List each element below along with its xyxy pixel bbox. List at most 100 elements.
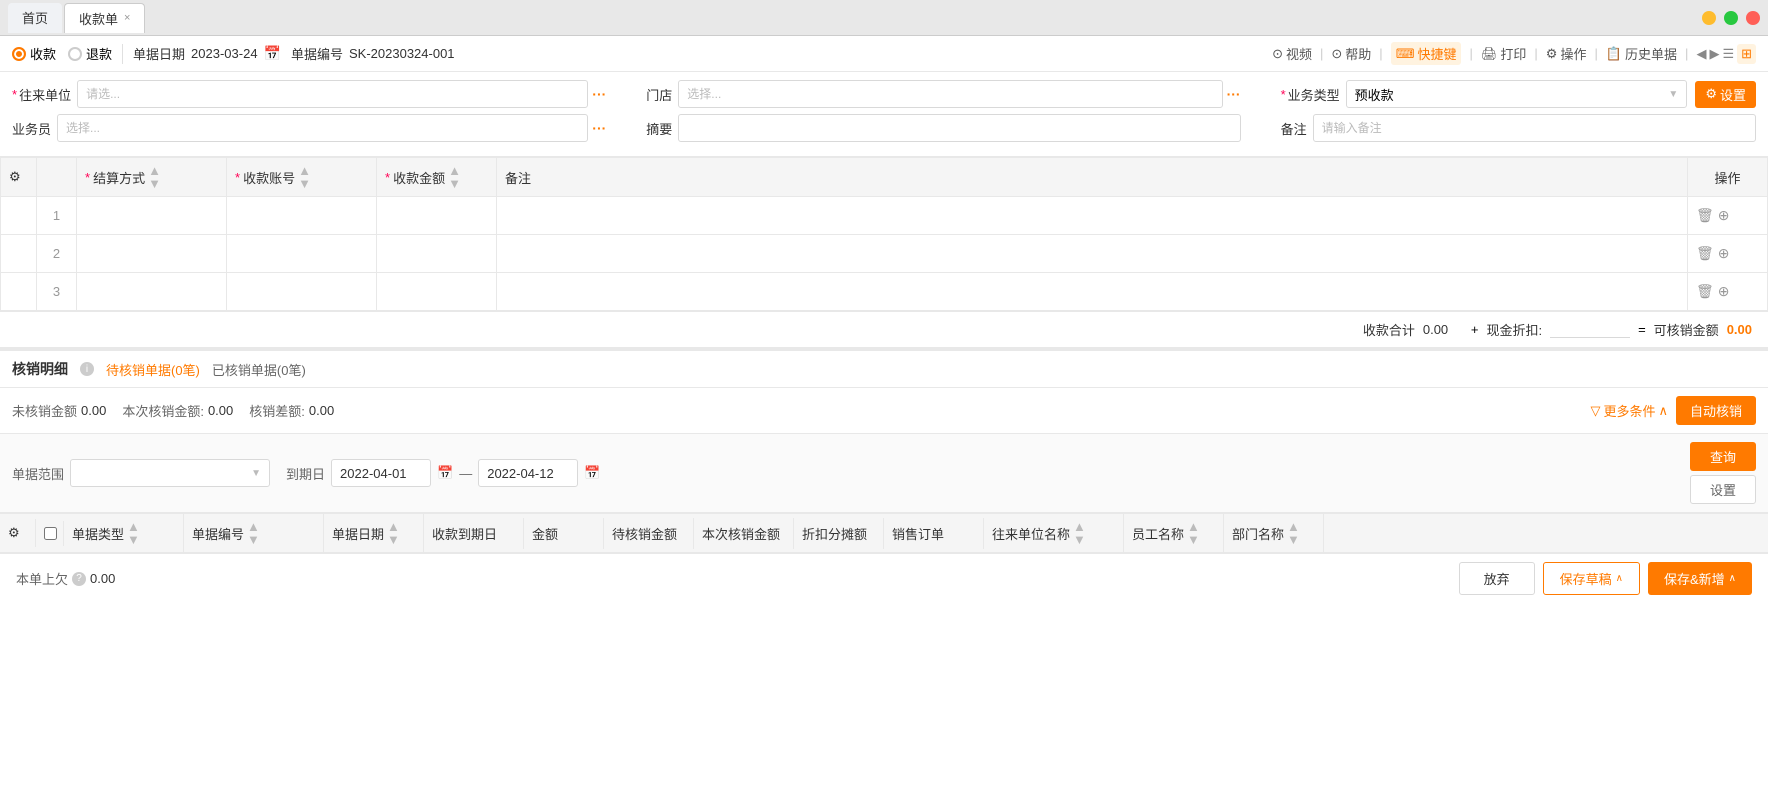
th-gear[interactable]: ⚙ [1, 158, 37, 197]
due-date-label: 到期日 [286, 464, 325, 483]
window-close-button[interactable] [1746, 11, 1760, 25]
divider-1 [122, 44, 123, 64]
filter-buttons: 查询 设置 [1690, 442, 1756, 504]
print-label: 打印 [1500, 44, 1526, 63]
tab-home[interactable]: 首页 [8, 3, 62, 33]
row-delete-icon-2[interactable]: 🗑 [1696, 245, 1714, 262]
shortcut-btn[interactable]: ⌨ 快捷键 [1391, 42, 1462, 65]
calendar-to-icon[interactable]: 📅 [584, 465, 600, 481]
radio-receipt-label: 收款 [30, 44, 56, 63]
abandon-button[interactable]: 放弃 [1459, 562, 1535, 595]
radio-receipt[interactable]: 收款 [12, 44, 56, 63]
counterpart-more-btn[interactable]: ··· [592, 86, 606, 102]
td-note-2[interactable] [497, 235, 1688, 273]
save-draft-button[interactable]: 保存草稿 ∧ [1543, 562, 1640, 595]
column-settings-icon[interactable]: ⚙ [9, 169, 21, 184]
query-button[interactable]: 查询 [1690, 442, 1756, 471]
range-arrow-icon: ▼ [251, 468, 261, 479]
save-new-button[interactable]: 保存&新增 ∧ [1648, 562, 1752, 595]
salesperson-more-btn[interactable]: ··· [592, 120, 606, 136]
row-delete-icon-3[interactable]: 🗑 [1696, 283, 1714, 300]
done-tab[interactable]: 已核销单据(0笔) [212, 360, 306, 379]
td-settlement-3[interactable] [77, 273, 227, 311]
td-settlement-1[interactable] [77, 197, 227, 235]
print-btn[interactable]: 🖨 打印 [1481, 44, 1527, 63]
account-sort-icon[interactable]: ▲▼ [298, 164, 311, 190]
row-copy-icon-3[interactable]: ⊕ [1718, 283, 1730, 300]
window-maximize-button[interactable] [1724, 11, 1738, 25]
td-amount-3[interactable] [377, 273, 497, 311]
table-row: 2 🗑 ⊕ [1, 235, 1768, 273]
range-select[interactable]: ▼ [70, 459, 270, 487]
video-btn[interactable]: ⊙ 视频 [1272, 44, 1312, 63]
diff-stat: 核销差额: 0.00 [249, 401, 334, 420]
operation-btn[interactable]: ⚙ 操作 [1546, 44, 1587, 63]
radio-receipt-circle [12, 47, 26, 61]
due-date-from-input[interactable] [331, 459, 431, 487]
store-input[interactable] [678, 80, 1222, 108]
td-amount-2[interactable] [377, 235, 497, 273]
doc-date-sort-icon[interactable]: ▲▼ [387, 520, 400, 546]
row-copy-icon-1[interactable]: ⊕ [1718, 207, 1730, 224]
tab-home-label: 首页 [22, 8, 48, 27]
settlement-sort-icon[interactable]: ▲▼ [148, 164, 161, 190]
calendar-from-icon[interactable]: 📅 [437, 465, 453, 481]
grid-view-icon[interactable]: ⊞ [1737, 44, 1756, 64]
current-value: 0.00 [208, 403, 233, 418]
pending-tab[interactable]: 待核销单据(0笔) [106, 360, 200, 379]
th-counterpart-label: 往来单位名称 [992, 524, 1070, 543]
history-btn[interactable]: 📋 历史单据 [1606, 44, 1677, 63]
td-settlement-2[interactable] [77, 235, 227, 273]
nav-prev-icon[interactable]: ◀ [1696, 46, 1706, 62]
store-more-btn[interactable]: ··· [1227, 86, 1241, 102]
form-settings-button[interactable]: ⚙ 设置 [1695, 81, 1756, 108]
net-value: 0.00 [1727, 322, 1752, 337]
counterpart-input[interactable] [77, 80, 588, 108]
auto-verify-button[interactable]: 自动核销 [1676, 396, 1756, 425]
doc-num-sort-icon[interactable]: ▲▼ [247, 520, 260, 546]
radio-refund[interactable]: 退款 [68, 44, 112, 63]
table-section: ⚙ * 结算方式 ▲▼ * 收款账号 ▲▼ [0, 157, 1768, 347]
help-btn[interactable]: ⊙ 帮助 [1331, 44, 1371, 63]
td-account-1[interactable] [227, 197, 377, 235]
lower-gear-icon[interactable]: ⚙ [8, 525, 20, 541]
salesperson-label: 业务员 [12, 119, 51, 138]
store-sort-icon[interactable]: ▲▼ [1287, 520, 1300, 546]
counterpart-sort-icon[interactable]: ▲▼ [1073, 520, 1086, 546]
tab-receipt[interactable]: 收款单 × [64, 3, 145, 33]
amount-sort-icon[interactable]: ▲▼ [448, 164, 461, 190]
employee-sort-icon[interactable]: ▲▼ [1187, 520, 1200, 546]
td-note-1[interactable] [497, 197, 1688, 235]
window-minimize-button[interactable] [1702, 11, 1716, 25]
radio-refund-label: 退款 [86, 44, 112, 63]
range-filter-field: 单据范围 ▼ [12, 459, 270, 487]
verify-info-icon[interactable]: i [80, 362, 94, 376]
more-conditions-btn[interactable]: ▽ 更多条件 ∧ [1590, 401, 1668, 420]
th-note: 备注 [497, 158, 1688, 197]
td-account-2[interactable] [227, 235, 377, 273]
note-input[interactable] [1313, 114, 1756, 142]
row-copy-icon-2[interactable]: ⊕ [1718, 245, 1730, 262]
th-pending-label: 待核销金额 [612, 524, 677, 543]
business-type-select[interactable]: 预收款 ▼ [1346, 80, 1688, 108]
nav-next-icon[interactable]: ▶ [1709, 46, 1719, 62]
bottom-info-icon[interactable]: ? [72, 572, 86, 586]
shortcut-icon: ⌨ [1396, 46, 1415, 62]
td-account-3[interactable] [227, 273, 377, 311]
date-calendar-icon[interactable]: 📅 [264, 45, 281, 62]
discount-input[interactable] [1550, 322, 1630, 338]
verify-title: 核销明细 [12, 359, 68, 379]
doc-type-sort-icon[interactable]: ▲▼ [127, 520, 140, 546]
salesperson-input[interactable] [57, 114, 588, 142]
tab-close-icon[interactable]: × [124, 12, 130, 24]
summary-input[interactable] [678, 114, 1240, 142]
lower-select-all-checkbox[interactable] [44, 527, 57, 540]
due-date-to-input[interactable] [478, 459, 578, 487]
row-delete-icon-1[interactable]: 🗑 [1696, 207, 1714, 224]
td-amount-1[interactable] [377, 197, 497, 235]
list-view-icon[interactable]: ☰ [1722, 46, 1734, 62]
td-note-3[interactable] [497, 273, 1688, 311]
salesperson-field: 业务员 ··· [12, 114, 606, 142]
th-employee-label: 员工名称 [1132, 524, 1184, 543]
lower-settings-button[interactable]: 设置 [1690, 475, 1756, 504]
